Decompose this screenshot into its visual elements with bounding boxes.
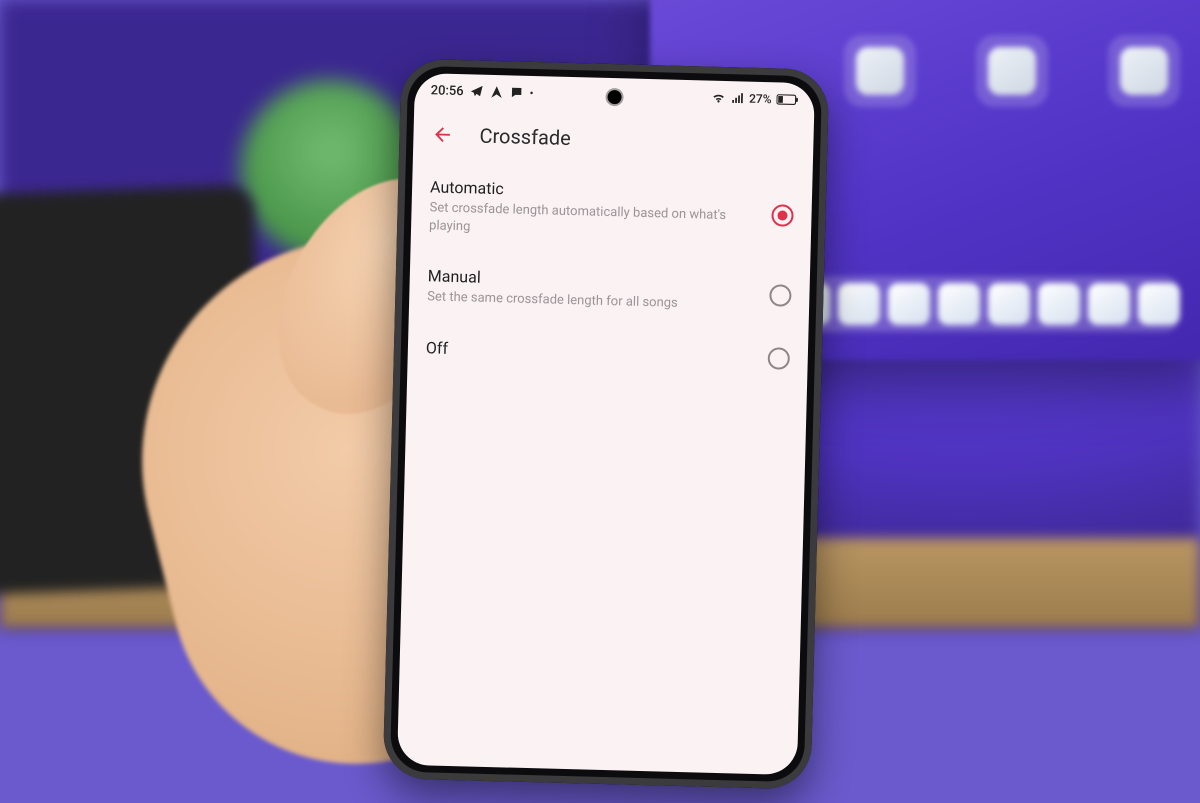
phone-frame: 20:56 • 27% xyxy=(383,59,830,790)
more-notifications-dot: • xyxy=(529,87,533,98)
status-time: 20:56 xyxy=(430,83,463,99)
option-automatic[interactable]: Automatic Set crossfade length automatic… xyxy=(410,161,812,261)
battery-percent: 27% xyxy=(749,92,772,107)
options-list: Automatic Set crossfade length automatic… xyxy=(407,161,812,386)
option-off[interactable]: Off xyxy=(407,321,808,385)
radio-selected-icon[interactable] xyxy=(771,204,794,227)
signal-icon xyxy=(730,91,744,105)
phone-screen: 20:56 • 27% xyxy=(397,73,815,775)
back-button[interactable] xyxy=(427,119,458,150)
option-manual[interactable]: Manual Set the same crossfade length for… xyxy=(409,250,811,332)
battery-icon xyxy=(776,92,798,107)
radio-unselected-icon[interactable] xyxy=(767,347,790,370)
wifi-icon xyxy=(711,91,725,105)
location-icon xyxy=(489,85,503,99)
page-title: Crossfade xyxy=(479,124,571,150)
option-title: Off xyxy=(426,338,758,366)
radio-unselected-icon[interactable] xyxy=(769,284,792,307)
telegram-icon xyxy=(469,84,483,98)
arrow-left-icon xyxy=(431,123,454,146)
option-subtitle: Set crossfade length automatically based… xyxy=(429,199,762,243)
chat-icon xyxy=(509,85,523,99)
